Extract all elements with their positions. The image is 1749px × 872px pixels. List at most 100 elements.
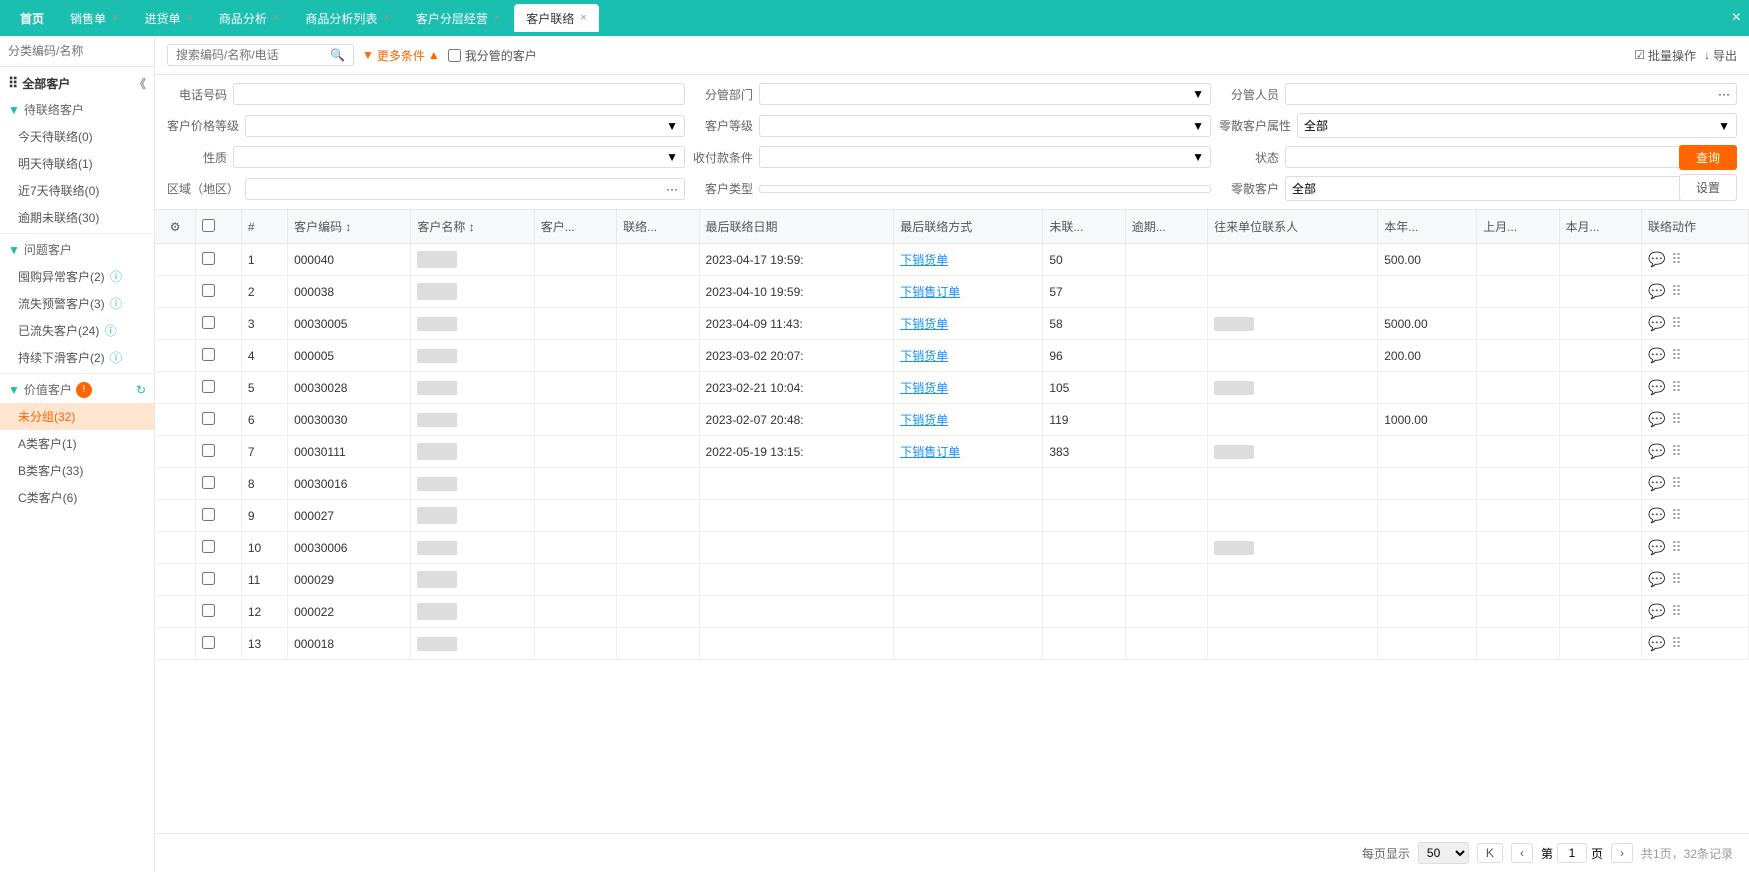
- comment-icon[interactable]: 💬: [1648, 283, 1665, 300]
- retail-attr-select[interactable]: 全部 ▼: [1297, 113, 1737, 138]
- tab-product-analysis[interactable]: 商品分析 ×: [207, 4, 291, 32]
- contact-method-link[interactable]: 下销货单: [900, 413, 948, 427]
- grid-action-icon[interactable]: ⠿: [1671, 379, 1681, 396]
- tab-customer-segment-close[interactable]: ×: [494, 12, 500, 24]
- contact-person-col-header[interactable]: 往来单位联系人: [1208, 210, 1378, 244]
- row-checkbox[interactable]: [202, 604, 215, 617]
- this-month-col-header[interactable]: 本月...: [1559, 210, 1641, 244]
- settings-col-header[interactable]: ⚙: [155, 210, 196, 244]
- comment-icon[interactable]: 💬: [1648, 315, 1665, 332]
- price-level-select[interactable]: ▼: [245, 115, 685, 137]
- comment-icon[interactable]: 💬: [1648, 475, 1665, 492]
- row-checkbox[interactable]: [202, 316, 215, 329]
- my-customers-checkbox[interactable]: [448, 49, 461, 62]
- row-checkbox[interactable]: [202, 636, 215, 649]
- last-contact-date-col-header[interactable]: 最后联络日期: [699, 210, 894, 244]
- region-select[interactable]: ···: [245, 178, 685, 200]
- sidebar-item-class-c[interactable]: C类客户(6): [0, 484, 154, 511]
- sidebar-item-unclassified[interactable]: 未分组(32): [0, 403, 154, 430]
- grid-action-icon[interactable]: ⠿: [1671, 283, 1681, 300]
- next-page-btn[interactable]: ›: [1611, 843, 1633, 863]
- type-col-header[interactable]: 客户...: [534, 210, 616, 244]
- comment-icon[interactable]: 💬: [1648, 251, 1665, 268]
- comment-icon[interactable]: 💬: [1648, 411, 1665, 428]
- grid-action-icon[interactable]: ⠿: [1671, 347, 1681, 364]
- dept-select[interactable]: ▼: [759, 83, 1211, 105]
- tab-product-analysis-list[interactable]: 商品分析列表 ×: [293, 4, 401, 32]
- export-btn[interactable]: ↓ 导出: [1704, 47, 1737, 64]
- last-contact-method-col-header[interactable]: 最后联络方式: [894, 210, 1043, 244]
- comment-icon[interactable]: 💬: [1648, 347, 1665, 364]
- phone-input[interactable]: [233, 83, 685, 105]
- row-checkbox[interactable]: [202, 380, 215, 393]
- sidebar-item-overdue[interactable]: 逾期未联络(30): [0, 204, 154, 231]
- row-checkbox[interactable]: [202, 540, 215, 553]
- per-page-select[interactable]: 50 100: [1418, 842, 1469, 864]
- grid-action-icon[interactable]: ⠿: [1671, 635, 1681, 652]
- contact-method-link[interactable]: 下销货单: [900, 317, 948, 331]
- sidebar-collapse-btn[interactable]: 《: [134, 75, 146, 92]
- row-checkbox[interactable]: [202, 348, 215, 361]
- more-conditions-btn[interactable]: ▼ 更多条件 ▲: [362, 47, 440, 64]
- sidebar-item-today[interactable]: 今天待联络(0): [0, 123, 154, 150]
- sidebar-item-loss-risk[interactable]: 流失预警客户(3) ⓘ: [0, 290, 154, 317]
- row-checkbox[interactable]: [202, 444, 215, 457]
- customer-level-select[interactable]: ▼: [759, 115, 1211, 137]
- value-refresh-icon[interactable]: ↻: [136, 383, 146, 397]
- contact-col-header[interactable]: 联络...: [617, 210, 699, 244]
- row-checkbox[interactable]: [202, 284, 215, 297]
- row-checkbox[interactable]: [202, 508, 215, 521]
- batch-operation-btn[interactable]: ☑ 批量操作: [1634, 47, 1696, 64]
- tab-customer-contact[interactable]: 客户联络 ×: [514, 4, 598, 32]
- comment-icon[interactable]: 💬: [1648, 443, 1665, 460]
- first-page-btn[interactable]: K: [1477, 843, 1503, 863]
- customer-type-select[interactable]: [759, 185, 1211, 193]
- this-year-col-header[interactable]: 本年...: [1378, 210, 1477, 244]
- sidebar-item-class-b[interactable]: B类客户(33): [0, 457, 154, 484]
- tab-bar-close[interactable]: ×: [1732, 9, 1741, 27]
- sidebar-item-tomorrow[interactable]: 明天待联络(1): [0, 150, 154, 177]
- comment-icon[interactable]: 💬: [1648, 571, 1665, 588]
- tab-product-analysis-list-close[interactable]: ×: [383, 12, 389, 24]
- name-col-header[interactable]: 客户名称 ↕: [411, 210, 534, 244]
- sidebar-group-value[interactable]: ▼ 价值客户 ! ↻: [0, 376, 154, 403]
- property-select[interactable]: ▼: [233, 146, 685, 168]
- contact-method-link[interactable]: 下销售订单: [900, 445, 960, 459]
- code-col-header[interactable]: 客户编码 ↕: [288, 210, 411, 244]
- grid-action-icon[interactable]: ⠿: [1671, 315, 1681, 332]
- search-input[interactable]: [176, 48, 326, 62]
- tab-customer-contact-close[interactable]: ×: [580, 12, 586, 24]
- grid-action-icon[interactable]: ⠿: [1671, 475, 1681, 492]
- contact-method-link[interactable]: 下销售订单: [900, 285, 960, 299]
- tab-sales-close[interactable]: ×: [112, 12, 118, 24]
- reset-button[interactable]: 设置: [1679, 174, 1737, 201]
- retail-customer-select[interactable]: 全部 ▼: [1285, 176, 1737, 201]
- row-checkbox[interactable]: [202, 252, 215, 265]
- tab-purchase-close[interactable]: ×: [186, 12, 192, 24]
- grid-action-icon[interactable]: ⠿: [1671, 571, 1681, 588]
- grid-action-icon[interactable]: ⠿: [1671, 411, 1681, 428]
- sidebar-item-7days[interactable]: 近7天待联络(0): [0, 177, 154, 204]
- contact-method-link[interactable]: 下销货单: [900, 253, 948, 267]
- comment-icon[interactable]: 💬: [1648, 635, 1665, 652]
- sidebar-group-pending[interactable]: ▼ 待联络客户: [0, 96, 154, 123]
- comment-icon[interactable]: 💬: [1648, 507, 1665, 524]
- sidebar-item-abnormal-purchase[interactable]: 囤购异常客户(2) ⓘ: [0, 263, 154, 290]
- grid-action-icon[interactable]: ⠿: [1671, 251, 1681, 268]
- grid-action-icon[interactable]: ⠿: [1671, 443, 1681, 460]
- status-select[interactable]: ▼: [1285, 146, 1737, 168]
- search-icon[interactable]: 🔍: [330, 48, 345, 62]
- grid-action-icon[interactable]: ⠿: [1671, 507, 1681, 524]
- row-checkbox[interactable]: [202, 412, 215, 425]
- comment-icon[interactable]: 💬: [1648, 379, 1665, 396]
- comment-icon[interactable]: 💬: [1648, 603, 1665, 620]
- grid-action-icon[interactable]: ⠿: [1671, 539, 1681, 556]
- row-checkbox[interactable]: [202, 572, 215, 585]
- tab-purchase[interactable]: 进货单 ×: [132, 4, 204, 32]
- tab-sales[interactable]: 销售单 ×: [58, 4, 130, 32]
- query-button[interactable]: 查询: [1679, 145, 1737, 170]
- sidebar-item-lost[interactable]: 已流失客户(24) ⓘ: [0, 317, 154, 344]
- grid-action-icon[interactable]: ⠿: [1671, 603, 1681, 620]
- contact-method-link[interactable]: 下销货单: [900, 381, 948, 395]
- sidebar-all-customers[interactable]: ⠿ 全部客户 《: [0, 67, 154, 96]
